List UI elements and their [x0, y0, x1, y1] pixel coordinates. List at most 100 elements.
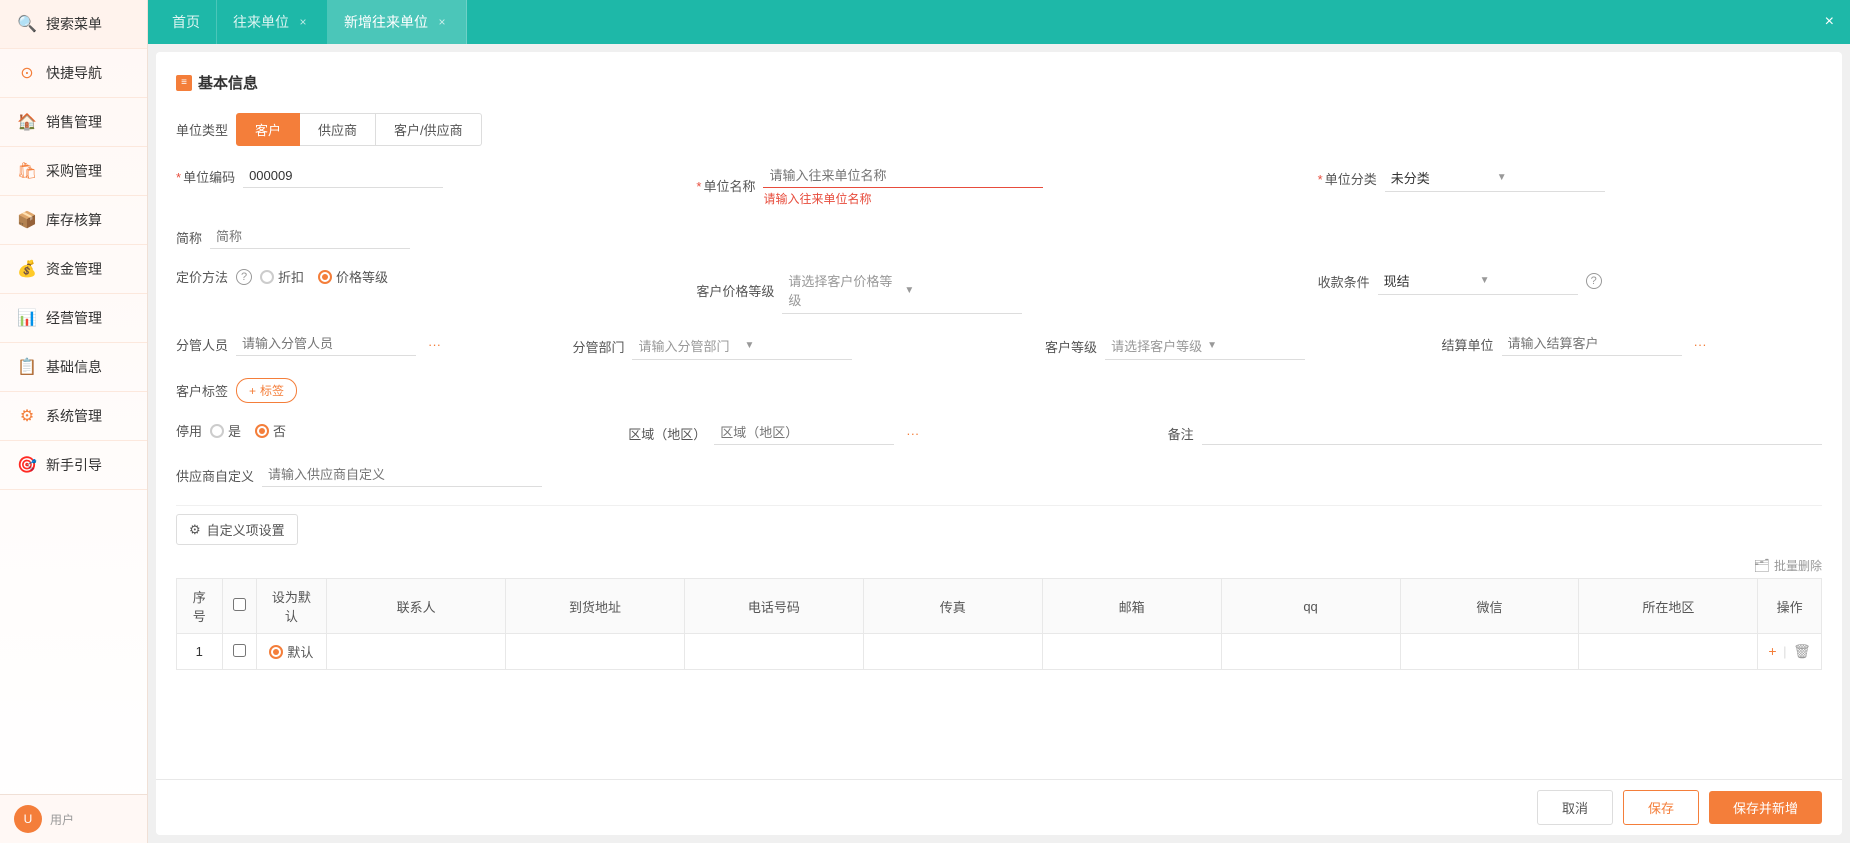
- region-more-btn[interactable]: ···: [902, 426, 923, 441]
- sidebar-item-guide[interactable]: 🎯 新手引导: [0, 441, 147, 490]
- qq-input[interactable]: [1232, 644, 1390, 659]
- manager-row: 分管人员 ··· 分管部门 请输入分管部门 ▼ 客户等级 请选择客户等级: [176, 332, 1822, 360]
- address-input[interactable]: [516, 644, 674, 659]
- unit-name-input[interactable]: [763, 164, 1043, 188]
- pricing-radio-group: 折扣 价格等级: [260, 267, 388, 286]
- sidebar-label-basic: 基础信息: [46, 357, 102, 377]
- tab-new-partner-label: 新增往来单位: [344, 12, 428, 32]
- row-delete-btn[interactable]: 🗑: [1793, 643, 1811, 659]
- payment-terms-select[interactable]: 现结 ▼: [1378, 267, 1578, 295]
- pricing-radio-discount[interactable]: 折扣: [260, 267, 304, 286]
- email-input[interactable]: [1053, 644, 1211, 659]
- supplier-custom-input[interactable]: [262, 463, 542, 487]
- unit-type-group: 单位类型 客户 供应商 客户/供应商: [176, 113, 482, 146]
- row-qq[interactable]: [1221, 634, 1400, 670]
- manager-more-btn[interactable]: ···: [424, 337, 445, 352]
- disable-no[interactable]: 否: [255, 421, 286, 440]
- row-default-cell: 默认: [256, 634, 327, 670]
- row-phone[interactable]: [684, 634, 863, 670]
- row-fax[interactable]: [863, 634, 1042, 670]
- short-name-input[interactable]: [210, 225, 410, 249]
- col-checkbox[interactable]: [222, 579, 256, 634]
- type-btn-supplier[interactable]: 供应商: [300, 113, 376, 146]
- customer-tag-row: 客户标签 + 标签: [176, 378, 1822, 403]
- row-default-radio[interactable]: 默认: [267, 642, 317, 661]
- unit-code-label: *单位编码: [176, 167, 235, 186]
- department-select[interactable]: 请输入分管部门 ▼: [632, 332, 852, 360]
- sidebar-item-quick-nav[interactable]: ⊙ 快捷导航: [0, 49, 147, 98]
- row-add-btn[interactable]: +: [1768, 643, 1776, 659]
- sidebar-item-operations[interactable]: 📊 经营管理: [0, 294, 147, 343]
- tab-bar: 首页 往来单位 × 新增往来单位 × ×: [148, 0, 1850, 44]
- tab-partner[interactable]: 往来单位 ×: [217, 0, 328, 44]
- customer-level-select[interactable]: 请选择客户等级 ▼: [1105, 332, 1305, 360]
- settlement-unit-label: 结算单位: [1442, 335, 1494, 354]
- pricing-help-icon[interactable]: ?: [236, 269, 252, 285]
- row-email[interactable]: [1042, 634, 1221, 670]
- disable-yes[interactable]: 是: [210, 421, 241, 440]
- tag-plus-icon: +: [249, 384, 256, 398]
- default-label: 默认: [287, 642, 313, 661]
- col-default: 设为默认: [256, 579, 327, 634]
- row-region[interactable]: [1579, 634, 1758, 670]
- settlement-unit-more-btn[interactable]: ···: [1690, 337, 1711, 352]
- tab-home[interactable]: 首页: [156, 0, 217, 44]
- row-wechat[interactable]: [1400, 634, 1579, 670]
- tab-bar-close-btn[interactable]: ×: [1817, 13, 1842, 31]
- section-icon: ≡: [176, 75, 192, 91]
- pricing-radio-level-label: 价格等级: [336, 267, 388, 286]
- col-contact: 联系人: [327, 579, 506, 634]
- custom-settings-button[interactable]: ⚙ 自定义项设置: [176, 514, 298, 545]
- unit-code-input[interactable]: [243, 164, 443, 188]
- finance-icon: 💰: [16, 258, 38, 280]
- remark-input[interactable]: [1202, 421, 1822, 445]
- customer-tag-group: 客户标签 + 标签: [176, 378, 1822, 403]
- contact-input[interactable]: [337, 644, 495, 659]
- customer-price-level-select[interactable]: 请选择客户价格等级 ▼: [782, 267, 1022, 314]
- add-tag-button[interactable]: + 标签: [236, 378, 297, 403]
- pricing-radio-level[interactable]: 价格等级: [318, 267, 388, 286]
- category-arrow-icon: ▼: [1497, 172, 1599, 183]
- customer-price-level-label: 客户价格等级: [696, 281, 774, 300]
- quick-nav-icon: ⊙: [16, 62, 38, 84]
- unit-main-row: *单位编码 *单位名称 请输入往来单位名称 *单位分类 未分类 ▼: [176, 164, 1822, 207]
- type-btn-customer[interactable]: 客户: [236, 113, 300, 146]
- main-area: 首页 往来单位 × 新增往来单位 × × ≡ 基本信息 单位类型: [148, 0, 1850, 843]
- supplier-custom-row: 供应商自定义: [176, 463, 1822, 487]
- type-btn-both[interactable]: 客户/供应商: [376, 113, 482, 146]
- avatar[interactable]: U: [14, 805, 42, 833]
- customer-level-placeholder: 请选择客户等级: [1111, 336, 1203, 355]
- col-phone: 电话号码: [684, 579, 863, 634]
- cancel-button[interactable]: 取消: [1537, 790, 1613, 825]
- region-table-input[interactable]: [1589, 644, 1747, 659]
- save-new-button[interactable]: 保存并新增: [1709, 791, 1822, 824]
- sidebar-item-inventory[interactable]: 📦 库存核算: [0, 196, 147, 245]
- tab-partner-close[interactable]: ×: [295, 14, 311, 30]
- sidebar-item-sales[interactable]: 🏠 销售管理: [0, 98, 147, 147]
- tab-new-partner[interactable]: 新增往来单位 ×: [328, 0, 467, 44]
- select-all-checkbox[interactable]: [233, 598, 246, 611]
- wechat-input[interactable]: [1411, 644, 1569, 659]
- row-checkbox-cell[interactable]: [222, 634, 256, 670]
- unit-category-select[interactable]: 未分类 ▼: [1385, 164, 1605, 192]
- sidebar-item-basic[interactable]: 📋 基础信息: [0, 343, 147, 392]
- sidebar-item-search[interactable]: 🔍 搜索菜单: [0, 0, 147, 49]
- tag-label-text: 标签: [260, 382, 284, 399]
- save-button[interactable]: 保存: [1623, 790, 1699, 825]
- sidebar-item-system[interactable]: ⚙ 系统管理: [0, 392, 147, 441]
- fax-input[interactable]: [874, 644, 1032, 659]
- tab-new-partner-close[interactable]: ×: [434, 14, 450, 30]
- table-header: 序号 设为默认 联系人 到货地址 电话号码 传真 邮箱 qq 微信 所在地区 操…: [177, 579, 1822, 634]
- phone-input[interactable]: [695, 644, 853, 659]
- sidebar-item-purchase[interactable]: 🛍 采购管理: [0, 147, 147, 196]
- row-address[interactable]: [506, 634, 685, 670]
- payment-terms-help-icon[interactable]: ?: [1586, 273, 1602, 289]
- row-contact[interactable]: [327, 634, 506, 670]
- region-input[interactable]: [714, 421, 894, 445]
- row-checkbox[interactable]: [233, 644, 246, 657]
- payment-terms-value: 现结: [1384, 271, 1476, 290]
- manager-input[interactable]: [236, 332, 416, 356]
- batch-delete-label[interactable]: 批量删除: [1774, 557, 1822, 574]
- sidebar-item-finance[interactable]: 💰 资金管理: [0, 245, 147, 294]
- settlement-unit-input[interactable]: [1502, 332, 1682, 356]
